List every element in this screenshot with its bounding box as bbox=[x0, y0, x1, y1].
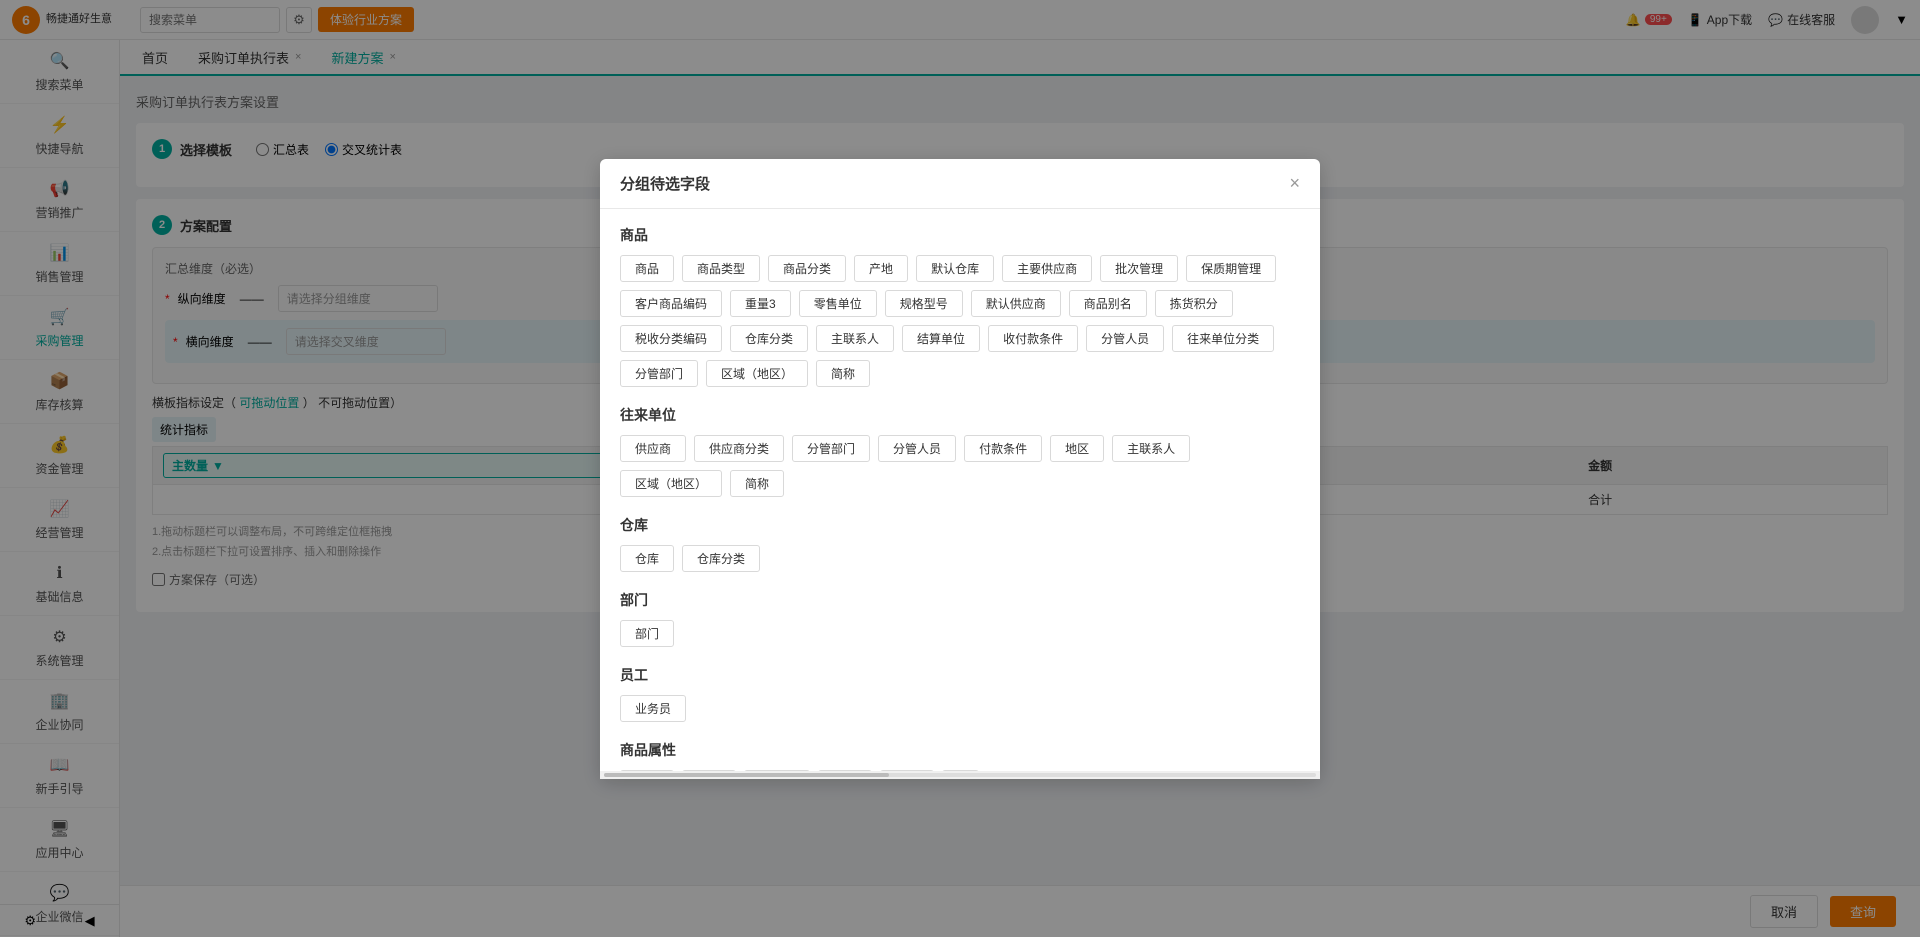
field-tag-salesperson[interactable]: 业务员 bbox=[620, 695, 686, 722]
scroll-track bbox=[604, 773, 1316, 777]
field-tag-goods[interactable]: 商品 bbox=[620, 255, 674, 282]
field-tag-settlement-unit[interactable]: 结算单位 bbox=[902, 325, 980, 352]
field-group-goods-attr-title: 商品属性 bbox=[620, 740, 1300, 760]
field-tag-dept-managed[interactable]: 分管部门 bbox=[620, 360, 698, 387]
field-group-goods-attr: 商品属性 属性 颜色 多规格 尺码 鞋码 1 bbox=[620, 740, 1300, 771]
field-tag-goods-alias[interactable]: 商品别名 bbox=[1069, 290, 1147, 317]
field-group-dept-title: 部门 bbox=[620, 590, 1300, 610]
field-tag-main-contact[interactable]: 主联系人 bbox=[816, 325, 894, 352]
field-tag-goods-type[interactable]: 商品类型 bbox=[682, 255, 760, 282]
field-tag-area-region[interactable]: 区域（地区） bbox=[620, 470, 722, 497]
field-tag-main-supplier[interactable]: 主要供应商 bbox=[1002, 255, 1092, 282]
modal-header: 分组待选字段 × bbox=[600, 159, 1320, 209]
field-tag-abbr-partner[interactable]: 简称 bbox=[730, 470, 784, 497]
field-tag-tax-code[interactable]: 税收分类编码 bbox=[620, 325, 722, 352]
modal-body: 商品 商品 商品类型 商品分类 产地 默认仓库 主要供应商 批次管理 保质期管理… bbox=[600, 209, 1320, 771]
field-group-partner: 往来单位 供应商 供应商分类 分管部门 分管人员 付款条件 地区 主联系人 区域… bbox=[620, 405, 1300, 497]
field-tag-default-warehouse[interactable]: 默认仓库 bbox=[916, 255, 994, 282]
field-tag-main-contact-partner[interactable]: 主联系人 bbox=[1112, 435, 1190, 462]
field-tag-manager-partner[interactable]: 分管人员 bbox=[878, 435, 956, 462]
modal-overlay[interactable]: 分组待选字段 × 商品 商品 商品类型 商品分类 产地 默认仓库 主要供应商 批… bbox=[0, 0, 1920, 937]
field-tag-weight3[interactable]: 重量3 bbox=[730, 290, 791, 317]
field-tag-retail-unit[interactable]: 零售单位 bbox=[799, 290, 877, 317]
modal-title: 分组待选字段 bbox=[620, 173, 710, 194]
field-group-warehouse: 仓库 仓库 仓库分类 bbox=[620, 515, 1300, 572]
field-tags-employee: 业务员 bbox=[620, 695, 1300, 722]
field-group-partner-title: 往来单位 bbox=[620, 405, 1300, 425]
field-tag-payment-terms[interactable]: 收付款条件 bbox=[988, 325, 1078, 352]
modal: 分组待选字段 × 商品 商品 商品类型 商品分类 产地 默认仓库 主要供应商 批… bbox=[600, 159, 1320, 779]
field-tag-customer-code[interactable]: 客户商品编码 bbox=[620, 290, 722, 317]
field-tags-warehouse: 仓库 仓库分类 bbox=[620, 545, 1300, 572]
field-tag-batch-mgmt[interactable]: 批次管理 bbox=[1100, 255, 1178, 282]
field-tag-goods-category[interactable]: 商品分类 bbox=[768, 255, 846, 282]
field-tag-payment-cond[interactable]: 付款条件 bbox=[964, 435, 1042, 462]
field-group-dept: 部门 部门 bbox=[620, 590, 1300, 647]
field-group-employee: 员工 业务员 bbox=[620, 665, 1300, 722]
field-tag-manager[interactable]: 分管人员 bbox=[1086, 325, 1164, 352]
field-tag-pick-points[interactable]: 拣货积分 bbox=[1155, 290, 1233, 317]
field-tag-expiry-mgmt[interactable]: 保质期管理 bbox=[1186, 255, 1276, 282]
field-group-goods-title: 商品 bbox=[620, 225, 1300, 245]
field-tags-dept: 部门 bbox=[620, 620, 1300, 647]
field-tag-unit-category[interactable]: 往来单位分类 bbox=[1172, 325, 1274, 352]
field-tags-partner: 供应商 供应商分类 分管部门 分管人员 付款条件 地区 主联系人 区域（地区） … bbox=[620, 435, 1300, 497]
field-tag-default-supplier[interactable]: 默认供应商 bbox=[971, 290, 1061, 317]
field-group-goods: 商品 商品 商品类型 商品分类 产地 默认仓库 主要供应商 批次管理 保质期管理… bbox=[620, 225, 1300, 387]
modal-close-button[interactable]: × bbox=[1289, 174, 1300, 192]
field-tag-region-partner[interactable]: 地区 bbox=[1050, 435, 1104, 462]
field-tag-dept[interactable]: 部门 bbox=[620, 620, 674, 647]
field-tag-spec-model[interactable]: 规格型号 bbox=[885, 290, 963, 317]
field-group-employee-title: 员工 bbox=[620, 665, 1300, 685]
modal-horizontal-scroll[interactable] bbox=[600, 771, 1320, 779]
field-tag-supplier-category[interactable]: 供应商分类 bbox=[694, 435, 784, 462]
field-tag-abbr-goods[interactable]: 简称 bbox=[816, 360, 870, 387]
field-tags-goods: 商品 商品类型 商品分类 产地 默认仓库 主要供应商 批次管理 保质期管理 客户… bbox=[620, 255, 1300, 387]
field-tag-dept-managed-partner[interactable]: 分管部门 bbox=[792, 435, 870, 462]
field-tag-warehouse-cat[interactable]: 仓库分类 bbox=[682, 545, 760, 572]
field-tag-warehouse-category[interactable]: 仓库分类 bbox=[730, 325, 808, 352]
field-tag-origin[interactable]: 产地 bbox=[854, 255, 908, 282]
scroll-thumb bbox=[604, 773, 889, 777]
field-tag-supplier[interactable]: 供应商 bbox=[620, 435, 686, 462]
field-tag-warehouse[interactable]: 仓库 bbox=[620, 545, 674, 572]
field-tag-region-goods[interactable]: 区域（地区） bbox=[706, 360, 808, 387]
field-group-warehouse-title: 仓库 bbox=[620, 515, 1300, 535]
